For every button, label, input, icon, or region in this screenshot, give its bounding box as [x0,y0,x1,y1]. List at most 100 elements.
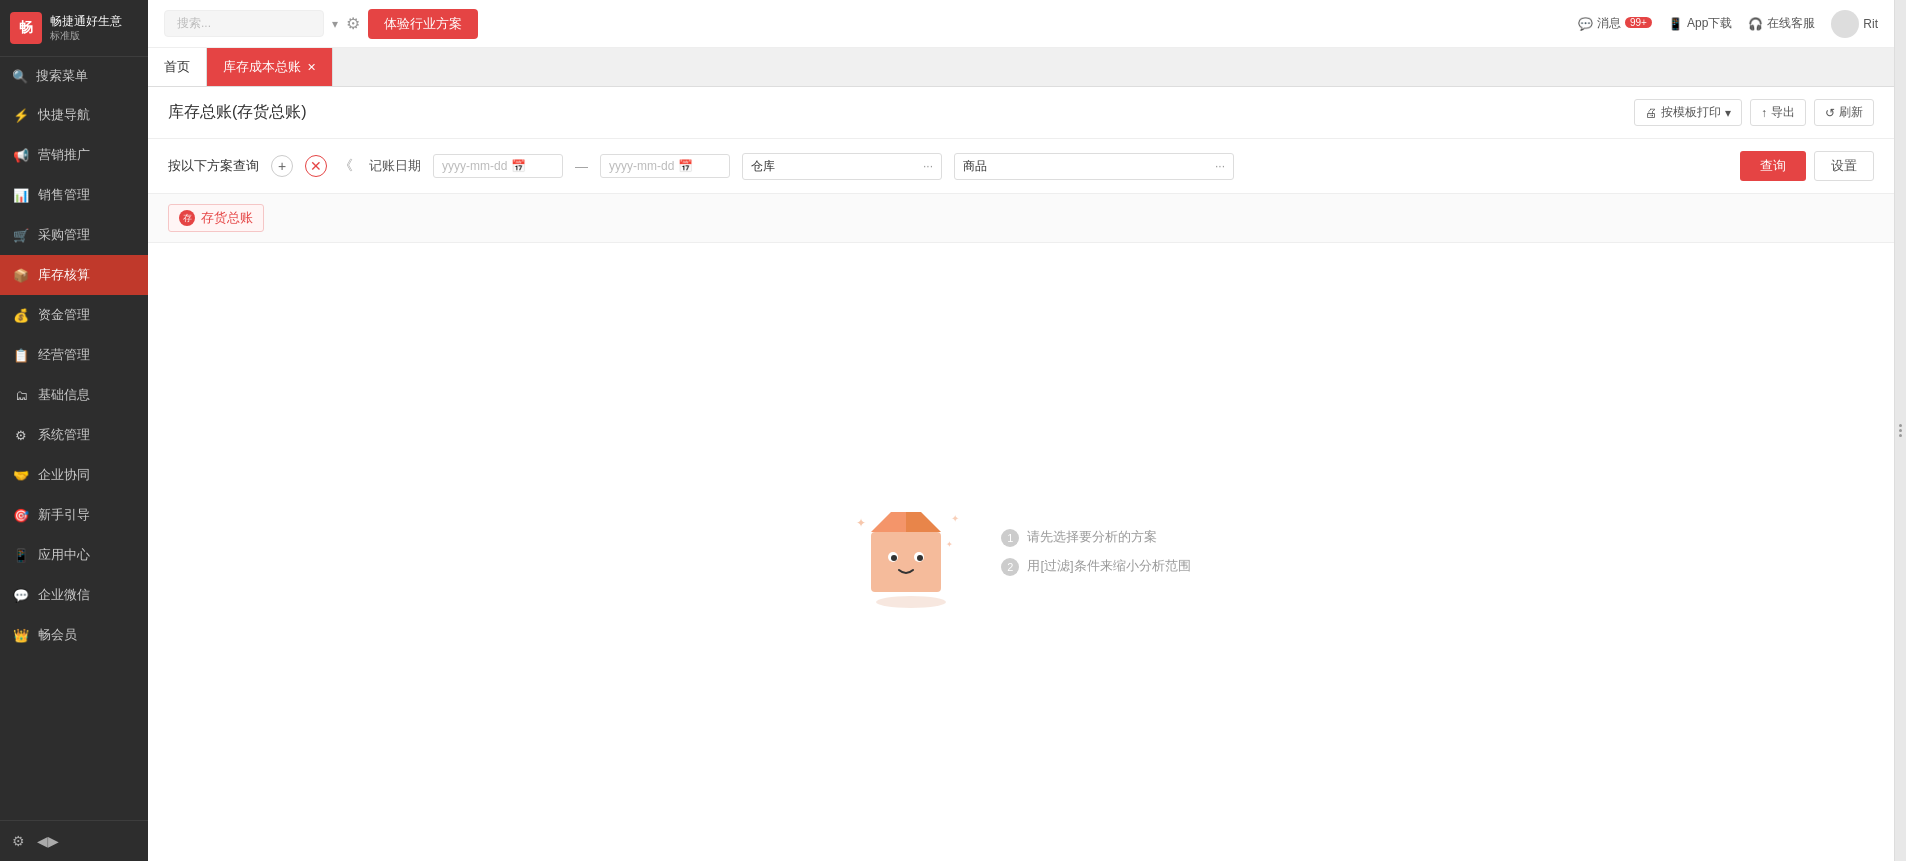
page-header-actions: 🖨 按模板打印 ▾ ↑ 导出 ↺ 刷新 [1634,99,1874,126]
sidebar: 畅 畅捷通好生意 标准版 🔍 搜索菜单 ⚡ 快捷导航 📢 营销推广 📊 销售管理… [0,0,148,861]
date-label: 记账日期 [369,157,421,175]
query-button[interactable]: 查询 [1740,151,1806,181]
app-center-icon: 📱 [12,546,30,564]
empty-illustration: ✦ ✦ ✦ [851,502,971,602]
topbar: 搜索... ▾ ⚙ 体验行业方案 💬 消息 99+ 📱 App下载 🎧 在线客服 [148,0,1894,48]
tab-home[interactable]: 首页 [148,48,207,86]
svg-text:✦: ✦ [856,516,866,530]
goods-ellipsis-icon[interactable]: ··· [1215,159,1225,173]
sidebar-item-purchase[interactable]: 🛒 采购管理 [0,215,148,255]
search-icon: 🔍 [12,69,28,84]
sidebar-item-guide[interactable]: 🎯 新手引导 [0,495,148,535]
guide-icon: 🎯 [12,506,30,524]
svg-text:✦: ✦ [951,513,959,524]
sidebar-item-management[interactable]: 📋 经营管理 [0,335,148,375]
svg-rect-1 [871,532,941,592]
sidebar-item-marketing[interactable]: 📢 营销推广 [0,135,148,175]
settings-icon[interactable]: ⚙ [12,833,25,849]
tabs-bar: 首页 库存成本总账 ✕ [148,48,1894,87]
svg-point-4 [891,555,897,561]
date-end-input[interactable]: yyyy-mm-dd 📅 [600,154,730,178]
filter-label: 按以下方案查询 [168,157,259,175]
headset-icon: 🎧 [1748,17,1763,31]
wechat-icon: 💬 [12,586,30,604]
sidebar-item-app-center[interactable]: 📱 应用中心 [0,535,148,575]
cooperation-icon: 🤝 [12,466,30,484]
sidebar-item-basic[interactable]: 🗂 基础信息 [0,375,148,415]
sales-icon: 📊 [12,186,30,204]
topbar-dropdown-arrow[interactable]: ▾ [332,17,338,31]
warehouse-select[interactable]: 仓库 ··· [742,153,942,180]
sidebar-item-sales[interactable]: 📊 销售管理 [0,175,148,215]
phone-icon: 📱 [1668,17,1683,31]
collapse-icon[interactable]: ◀▶ [37,833,59,849]
content-area: ✦ ✦ ✦ 1 请先选择要分析的方案 2 用[过滤]条件来缩小分析范围 [148,243,1894,861]
sidebar-item-cooperation[interactable]: 🤝 企业协同 [0,455,148,495]
tab-inventory-ledger[interactable]: 库存成本总账 ✕ [207,48,333,86]
sidebar-item-inventory[interactable]: 📦 库存核算 [0,255,148,295]
purchase-icon: 🛒 [12,226,30,244]
filter-collapse-icon[interactable]: 《 [339,157,353,175]
industry-btn[interactable]: 体验行业方案 [368,9,478,39]
topbar-left: 搜索... ▾ ⚙ 体验行业方案 [164,9,1570,39]
date-separator: — [575,159,588,174]
empty-state: ✦ ✦ ✦ 1 请先选择要分析的方案 2 用[过滤]条件来缩小分析范围 [851,502,1190,602]
calendar-start-icon[interactable]: 📅 [511,159,526,173]
topbar-search-box[interactable]: 搜索... [164,10,324,37]
system-icon: ⚙ [12,426,30,444]
topbar-right: 💬 消息 99+ 📱 App下载 🎧 在线客服 Rit [1578,10,1878,38]
svg-point-0 [876,596,946,608]
sidebar-item-finance[interactable]: 💰 资金管理 [0,295,148,335]
step-2-circle: 2 [1001,558,1019,576]
print-button[interactable]: 🖨 按模板打印 ▾ [1634,99,1742,126]
avatar [1831,10,1859,38]
scheme-area: 存 存货总账 [148,194,1894,243]
scheme-icon: 存 [179,210,195,226]
handle-dot-3 [1899,434,1902,437]
goods-select[interactable]: 商品 ··· [954,153,1234,180]
svg-point-5 [917,555,923,561]
handle-dot-1 [1899,424,1902,427]
empty-step-2: 2 用[过滤]条件来缩小分析范围 [1001,557,1190,576]
online-service-item[interactable]: 🎧 在线客服 [1748,15,1815,32]
search-menu-item[interactable]: 🔍 搜索菜单 [0,57,148,95]
user-avatar-item[interactable]: Rit [1831,10,1878,38]
page-header: 库存总账(存货总账) 🖨 按模板打印 ▾ ↑ 导出 ↺ 刷新 [148,87,1894,139]
svg-text:✦: ✦ [946,540,953,549]
date-start-input[interactable]: yyyy-mm-dd 📅 [433,154,563,178]
sidebar-footer: ⚙ ◀▶ [0,820,148,861]
topbar-gear-icon[interactable]: ⚙ [346,14,360,33]
export-button[interactable]: ↑ 导出 [1750,99,1806,126]
sidebar-item-vip[interactable]: 👑 畅会员 [0,615,148,655]
tab-close-icon[interactable]: ✕ [307,61,316,74]
message-item[interactable]: 💬 消息 99+ [1578,15,1652,32]
sidebar-item-quick-nav[interactable]: ⚡ 快捷导航 [0,95,148,135]
main-content: 搜索... ▾ ⚙ 体验行业方案 💬 消息 99+ 📱 App下载 🎧 在线客服 [148,0,1894,861]
inventory-icon: 📦 [12,266,30,284]
scheme-item[interactable]: 存 存货总账 [168,204,264,232]
sidebar-item-system[interactable]: ⚙ 系统管理 [0,415,148,455]
message-icon: 💬 [1578,17,1593,31]
calendar-end-icon[interactable]: 📅 [678,159,693,173]
handle-dot-2 [1899,429,1902,432]
marketing-icon: 📢 [12,146,30,164]
sidebar-nav: ⚡ 快捷导航 📢 营销推广 📊 销售管理 🛒 采购管理 📦 库存核算 💰 资金管… [0,95,148,820]
finance-icon: 💰 [12,306,30,324]
filter-area: 按以下方案查询 + ✕ 《 记账日期 yyyy-mm-dd 📅 — yyyy-m… [148,139,1894,194]
empty-messages: 1 请先选择要分析的方案 2 用[过滤]条件来缩小分析范围 [1001,528,1190,576]
quick-nav-icon: ⚡ [12,106,30,124]
empty-step-1: 1 请先选择要分析的方案 [1001,528,1190,547]
refresh-button[interactable]: ↺ 刷新 [1814,99,1874,126]
vip-icon: 👑 [12,626,30,644]
refresh-icon: ↺ [1825,106,1835,120]
step-1-circle: 1 [1001,529,1019,547]
sidebar-logo: 畅 畅捷通好生意 标准版 [0,0,148,57]
filter-add-button[interactable]: + [271,155,293,177]
page-title: 库存总账(存货总账) [168,102,307,123]
side-panel-handle[interactable] [1894,0,1906,861]
sidebar-item-wechat[interactable]: 💬 企业微信 [0,575,148,615]
settings-button[interactable]: 设置 [1814,151,1874,181]
filter-del-button[interactable]: ✕ [305,155,327,177]
warehouse-ellipsis-icon[interactable]: ··· [923,159,933,173]
app-download-item[interactable]: 📱 App下载 [1668,15,1732,32]
